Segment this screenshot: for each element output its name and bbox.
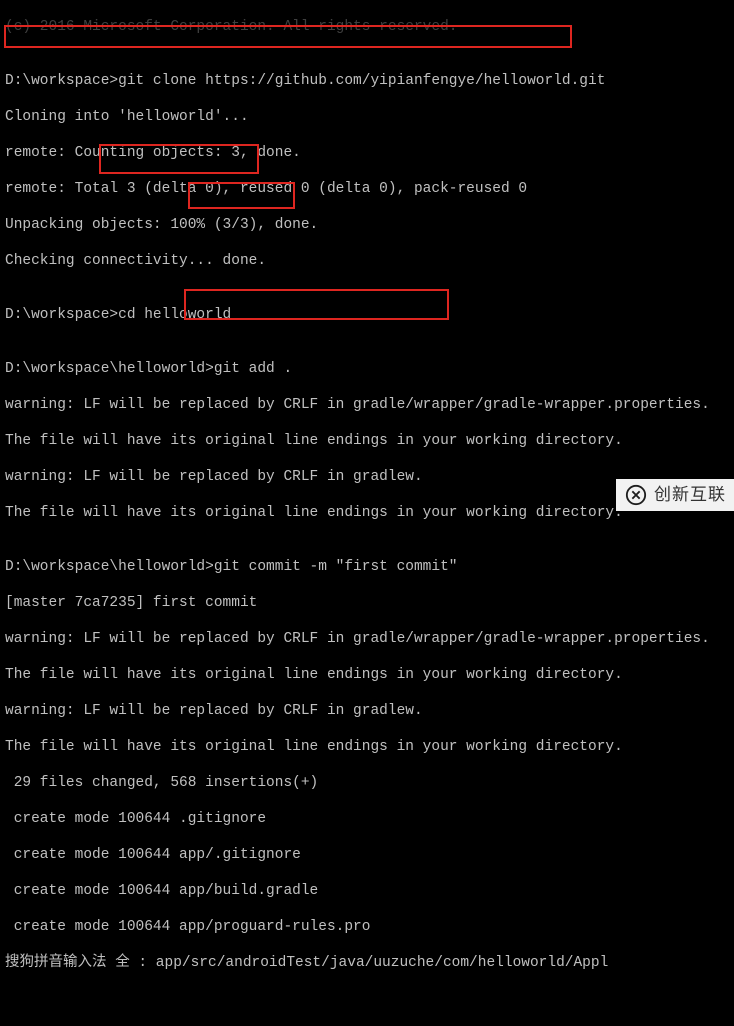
output-line: create mode 100644 app/build.gradle (5, 882, 729, 900)
output-line: create mode 100644 app/proguard-rules.pr… (5, 918, 729, 936)
output-line: remote: Counting objects: 3, done. (5, 144, 729, 162)
output-line: Checking connectivity... done. (5, 252, 729, 270)
output-line: 29 files changed, 568 insertions(+) (5, 774, 729, 792)
output-line: create mode 100644 .gitignore (5, 810, 729, 828)
command-line-cd: D:\workspace>cd helloworld (5, 306, 729, 324)
watermark-icon (624, 483, 648, 507)
command-line-add: D:\workspace\helloworld>git add . (5, 360, 729, 378)
output-line: warning: LF will be replaced by CRLF in … (5, 702, 729, 720)
command-line-clone: D:\workspace>git clone https://github.co… (5, 72, 729, 90)
output-line: Cloning into 'helloworld'... (5, 108, 729, 126)
output-line: The file will have its original line end… (5, 738, 729, 756)
output-line: The file will have its original line end… (5, 666, 729, 684)
output-line: create mode 100644 app/.gitignore (5, 846, 729, 864)
output-line: The file will have its original line end… (5, 432, 729, 450)
ime-status-line: 搜狗拼音输入法 全 : app/src/androidTest/java/uuz… (5, 954, 729, 972)
terminal-output[interactable]: (c) 2016 Microsoft Corporation. All righ… (0, 0, 734, 1026)
command-line-commit: D:\workspace\helloworld>git commit -m "f… (5, 558, 729, 576)
output-line: (c) 2016 Microsoft Corporation. All righ… (5, 18, 729, 36)
output-line: warning: LF will be replaced by CRLF in … (5, 396, 729, 414)
output-line: Unpacking objects: 100% (3/3), done. (5, 216, 729, 234)
output-line: remote: Total 3 (delta 0), reused 0 (del… (5, 180, 729, 198)
watermark-text: 创新互联 (654, 486, 726, 504)
output-line: [master 7ca7235] first commit (5, 594, 729, 612)
watermark-badge: 创新互联 (616, 479, 734, 511)
output-line: warning: LF will be replaced by CRLF in … (5, 630, 729, 648)
